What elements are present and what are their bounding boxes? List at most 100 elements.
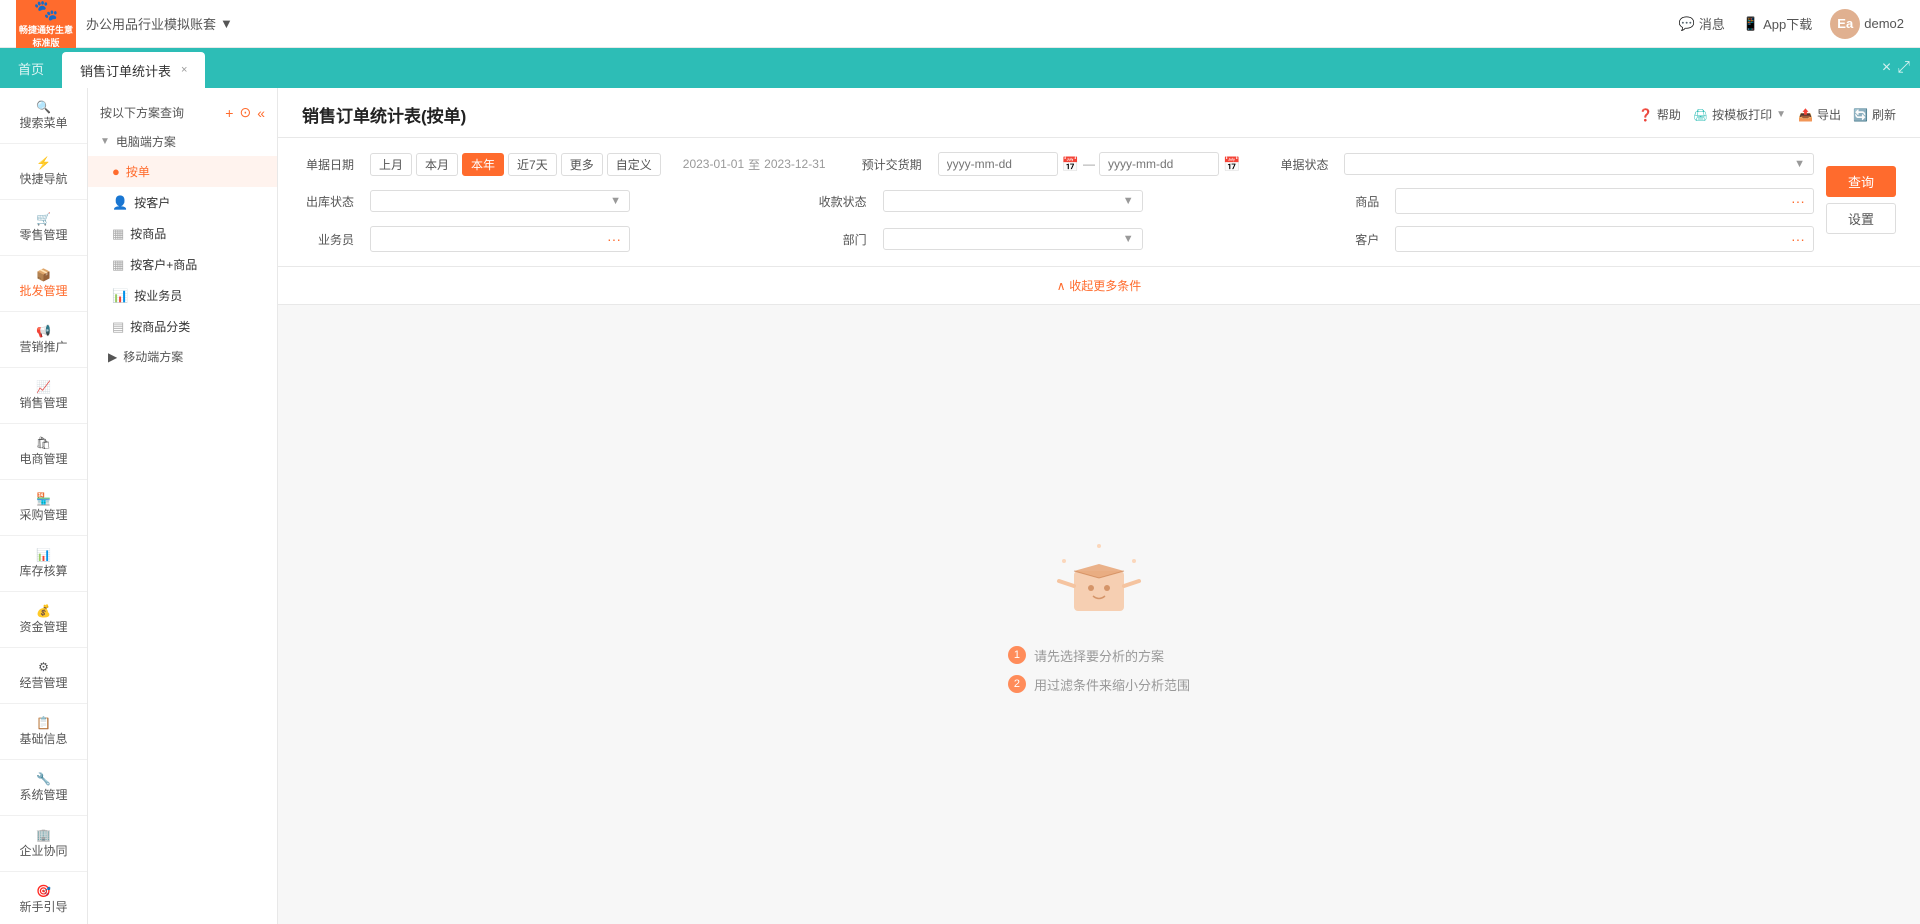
customer-group: ··· <box>1395 226 1814 252</box>
sidebar-item-search[interactable]: 🔍 搜索菜单 <box>0 88 87 144</box>
user-name: demo2 <box>1864 16 1904 31</box>
sidebar-item-retail[interactable]: 🛒 零售管理 <box>0 200 87 256</box>
delivery-to-input[interactable] <box>1099 152 1219 176</box>
sidebar-item-ecommerce[interactable]: 🛍 电商管理 <box>0 424 87 480</box>
date-btn-thisyear[interactable]: 本年 <box>462 153 504 176</box>
settings-button[interactable]: 设置 <box>1826 203 1896 234</box>
sidebar-item-quicknav[interactable]: ⚡ 快捷导航 <box>0 144 87 200</box>
outbound-group: ▼ <box>370 190 789 212</box>
logo-line2: 标准版 <box>32 36 59 49</box>
export-icon: 📤 <box>1798 108 1813 122</box>
date-btn-thismonth[interactable]: 本月 <box>416 153 458 176</box>
window-maximize-icon[interactable]: ⤢ <box>1897 59 1910 77</box>
sidebar-label-inventory: 库存核算 <box>4 562 83 579</box>
msg-icon: 💬 <box>1679 16 1695 32</box>
scheme-by-salesman[interactable]: 📊 按业务员 <box>88 280 277 311</box>
department-select[interactable]: ▼ <box>883 228 1143 250</box>
ecommerce-icon: 🛍 <box>4 436 83 450</box>
payment-select[interactable]: ▼ <box>883 190 1143 212</box>
customer-select[interactable]: ··· <box>1395 226 1814 252</box>
date-btn-custom[interactable]: 自定义 <box>607 153 661 176</box>
newbie-icon: 🎯 <box>4 884 83 898</box>
date-btn-lastmonth[interactable]: 上月 <box>370 153 412 176</box>
delivery-date-group: 📅 — 📅 <box>938 152 1241 176</box>
product-ellipsis[interactable]: ··· <box>1791 193 1805 209</box>
finance-icon: 💰 <box>4 604 83 618</box>
enterprise-icon: 🏢 <box>4 828 83 842</box>
msg-btn[interactable]: 💬 消息 <box>1679 14 1725 33</box>
pc-scheme-label: 电脑端方案 <box>116 133 176 150</box>
date-btn-more[interactable]: 更多 <box>561 153 603 176</box>
app-name: 办公用品行业模拟账套 <box>86 14 216 33</box>
msg-label: 消息 <box>1699 14 1725 33</box>
sidebar-item-marketing[interactable]: 📢 营销推广 <box>0 312 87 368</box>
help-icon: ❓ <box>1638 108 1653 122</box>
tab-sales-order[interactable]: 销售订单统计表 × <box>62 52 205 88</box>
sidebar-label-ecommerce: 电商管理 <box>4 450 83 467</box>
salesman-select[interactable]: ··· <box>370 226 630 252</box>
delivery-to-cal-icon[interactable]: 📅 <box>1223 156 1240 173</box>
home-label: 首页 <box>18 59 44 78</box>
print-btn[interactable]: 🖨 按模板打印 ▼ <box>1693 106 1786 123</box>
sidebar-label-sales: 销售管理 <box>4 394 83 411</box>
sidebar-item-sales[interactable]: 📈 销售管理 <box>0 368 87 424</box>
help-btn[interactable]: ❓ 帮助 <box>1638 106 1681 123</box>
export-btn[interactable]: 📤 导出 <box>1798 106 1841 123</box>
refresh-icon: 🔄 <box>1853 108 1868 122</box>
mobile-scheme-title[interactable]: ▶ 移动端方案 <box>88 342 277 371</box>
sidebar-label-system: 系统管理 <box>4 786 83 803</box>
sidebar-item-enterprise[interactable]: 🏢 企业协同 <box>0 816 87 872</box>
date-btns: 上月 本月 本年 近7天 更多 自定义 <box>370 153 661 176</box>
sidebar-item-operations[interactable]: ⚙ 经营管理 <box>0 648 87 704</box>
scheme-by-category[interactable]: ▤ 按商品分类 <box>88 311 277 342</box>
purchase-icon: 🏪 <box>4 492 83 506</box>
app-download-btn[interactable]: 📱 App下载 <box>1743 14 1812 33</box>
tab-close-icon[interactable]: × <box>181 64 187 76</box>
salesman-group: ··· <box>370 226 789 252</box>
salesman-ellipsis[interactable]: ··· <box>607 231 621 247</box>
sidebar-item-newbie[interactable]: 🎯 新手引导 <box>0 872 87 924</box>
sidebar-label-quicknav: 快捷导航 <box>4 170 83 187</box>
sidebar-label-marketing: 营销推广 <box>4 338 83 355</box>
sidebar-item-basic[interactable]: 📋 基础信息 <box>0 704 87 760</box>
scheme-by-product[interactable]: ▦ 按商品 <box>88 218 277 249</box>
sidebar-item-purchase[interactable]: 🏪 采购管理 <box>0 480 87 536</box>
sidebar-item-finance[interactable]: 💰 资金管理 <box>0 592 87 648</box>
date-btn-7days[interactable]: 近7天 <box>508 153 557 176</box>
product-group: ··· <box>1395 188 1814 214</box>
delivery-from-cal-icon[interactable]: 📅 <box>1062 156 1079 173</box>
outbound-select[interactable]: ▼ <box>370 190 630 212</box>
query-button[interactable]: 查询 <box>1826 166 1896 197</box>
sidebar-item-system[interactable]: 🔧 系统管理 <box>0 760 87 816</box>
salesman-label: 业务员 <box>302 231 354 248</box>
tab-home[interactable]: 首页 <box>0 48 62 88</box>
scheme-by-customer[interactable]: 👤 按客户 <box>88 187 277 218</box>
sidebar-item-wholesale[interactable]: 📦 批发管理 <box>0 256 87 312</box>
settings-scheme-icon[interactable]: ⊙ <box>239 104 251 121</box>
pc-scheme-title[interactable]: ▼ 电脑端方案 <box>88 127 277 156</box>
collapse-bar[interactable]: ∧ 收起更多条件 <box>278 267 1920 305</box>
step-1-text: 请先选择要分析的方案 <box>1034 646 1164 665</box>
sidebar-label-finance: 资金管理 <box>4 618 83 635</box>
delivery-from-input[interactable] <box>938 152 1058 176</box>
sidebar-item-inventory[interactable]: 📊 库存核算 <box>0 536 87 592</box>
filter-row-3: 业务员 ··· 部门 ▼ <box>302 226 1814 252</box>
add-scheme-icon[interactable]: + <box>225 105 233 121</box>
customer-ellipsis[interactable]: ··· <box>1791 231 1805 247</box>
scheme-by-cust-prod[interactable]: ▦ 按客户+商品 <box>88 249 277 280</box>
status-select[interactable]: ▼ <box>1344 153 1814 175</box>
content-area: 销售订单统计表(按单) ❓ 帮助 🖨 按模板打印 ▼ 📤 导出 🔄 刷新 <box>278 88 1920 924</box>
app-selector[interactable]: 办公用品行业模拟账套 ▼ <box>86 14 233 33</box>
date-to: 2023-12-31 <box>764 157 825 171</box>
window-close-icon[interactable]: × <box>1882 59 1891 77</box>
product-select[interactable]: ··· <box>1395 188 1814 214</box>
scheme-by-order[interactable]: ● 按单 <box>88 156 277 187</box>
date-from: 2023-01-01 <box>683 157 744 171</box>
system-icon: 🔧 <box>4 772 83 786</box>
payment-group: ▼ <box>883 190 1302 212</box>
refresh-btn[interactable]: 🔄 刷新 <box>1853 106 1896 123</box>
department-arrow: ▼ <box>1123 233 1134 245</box>
user-menu[interactable]: Ea demo2 <box>1830 9 1904 39</box>
collapse-panel-icon[interactable]: « <box>257 105 265 121</box>
outbound-arrow: ▼ <box>610 195 621 207</box>
